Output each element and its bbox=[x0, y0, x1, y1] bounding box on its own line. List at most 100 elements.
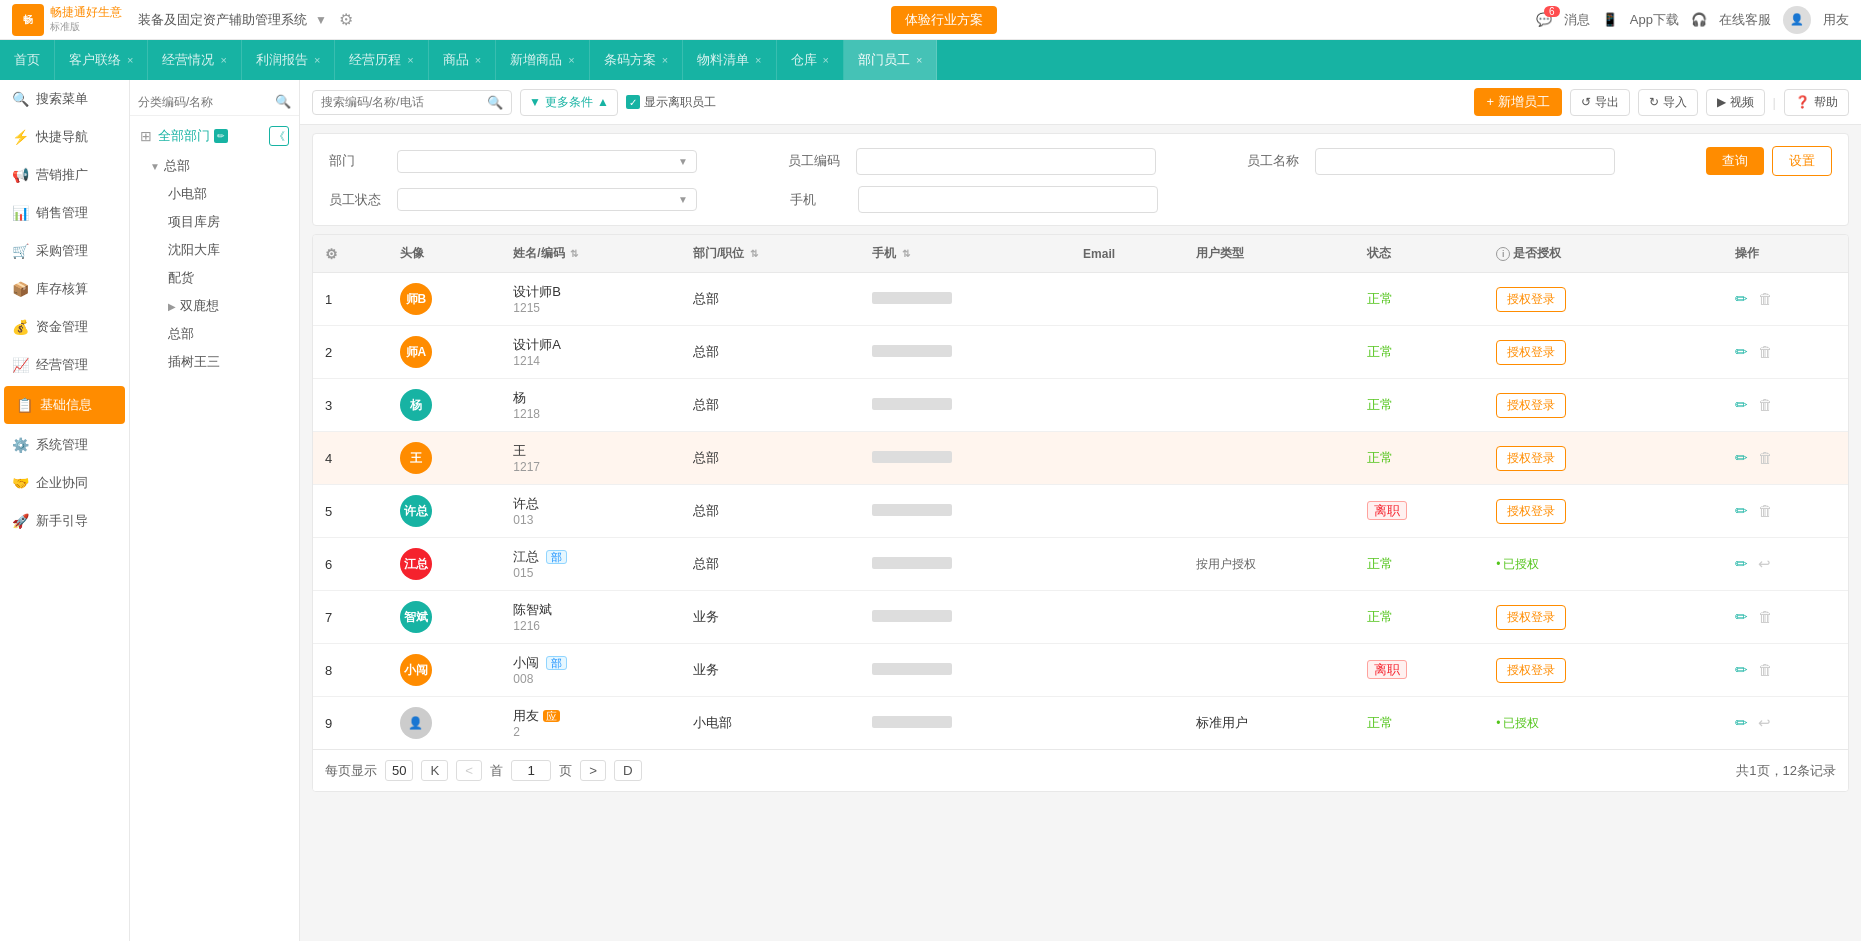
dept-collapse-icon[interactable]: 《 bbox=[269, 126, 289, 146]
edit-icon[interactable]: ✏ bbox=[1735, 343, 1748, 360]
delete-icon[interactable]: 🗑 bbox=[1758, 661, 1773, 678]
th-gear[interactable]: ⚙ bbox=[313, 235, 388, 273]
filter-dept-select[interactable]: ▼ bbox=[397, 150, 697, 173]
dept-item-peihuo[interactable]: 配货 bbox=[144, 264, 299, 292]
sidebar-item-business[interactable]: 📈 经营管理 bbox=[0, 346, 129, 384]
settings-button[interactable]: 设置 bbox=[1772, 146, 1832, 176]
close-icon[interactable]: × bbox=[475, 54, 481, 66]
tab-bom[interactable]: 物料清单 × bbox=[683, 40, 776, 80]
page-number-input[interactable] bbox=[511, 760, 551, 781]
dept-item-shenyang[interactable]: 沈阳大库 bbox=[144, 236, 299, 264]
edit-icon[interactable]: ✏ bbox=[1735, 290, 1748, 307]
th-phone[interactable]: 手机 ⇅ bbox=[860, 235, 1071, 273]
auth-login-button[interactable]: 授权登录 bbox=[1496, 393, 1566, 418]
help-button[interactable]: ❓ 帮助 bbox=[1784, 89, 1849, 116]
th-name-code[interactable]: 姓名/编码 ⇅ bbox=[501, 235, 681, 273]
auth-login-button[interactable]: 授权登录 bbox=[1496, 605, 1566, 630]
delete-icon[interactable]: 🗑 bbox=[1758, 449, 1773, 466]
edit-icon[interactable]: ✏ bbox=[1735, 396, 1748, 413]
dept-item-zongbu[interactable]: 总部 bbox=[144, 320, 299, 348]
filter-phone-input[interactable] bbox=[858, 186, 1158, 213]
close-icon[interactable]: × bbox=[127, 54, 133, 66]
delete-icon[interactable]: 🗑 bbox=[1758, 502, 1773, 519]
message-label[interactable]: 消息 bbox=[1564, 11, 1590, 29]
close-icon[interactable]: × bbox=[755, 54, 761, 66]
sidebar-item-inventory[interactable]: 📦 库存核算 bbox=[0, 270, 129, 308]
search-input[interactable] bbox=[321, 95, 483, 109]
sidebar-item-system[interactable]: ⚙️ 系统管理 bbox=[0, 426, 129, 464]
sidebar-item-shortcut[interactable]: ⚡ 快捷导航 bbox=[0, 118, 129, 156]
sidebar-item-search[interactable]: 🔍 搜索菜单 bbox=[0, 80, 129, 118]
gear-icon[interactable]: ⚙ bbox=[325, 246, 338, 262]
close-icon[interactable]: × bbox=[568, 54, 574, 66]
tab-goods[interactable]: 商品 × bbox=[429, 40, 496, 80]
page-last-button[interactable]: D bbox=[614, 760, 642, 781]
edit-icon[interactable]: ✏ bbox=[1735, 449, 1748, 466]
tab-customer[interactable]: 客户联络 × bbox=[55, 40, 148, 80]
delete-icon[interactable]: 🗑 bbox=[1758, 396, 1773, 413]
settings-icon[interactable]: ⚙ bbox=[339, 10, 353, 29]
filter-empcode-input[interactable] bbox=[856, 148, 1156, 175]
message-icon-area[interactable]: 💬 6 bbox=[1536, 12, 1552, 27]
close-icon[interactable]: × bbox=[662, 54, 668, 66]
tab-barcode[interactable]: 条码方案 × bbox=[590, 40, 683, 80]
close-icon[interactable]: × bbox=[823, 54, 829, 66]
delete-icon[interactable]: ↩ bbox=[1758, 555, 1771, 572]
tab-new-goods[interactable]: 新增商品 × bbox=[496, 40, 589, 80]
import-button[interactable]: ↻ 导入 bbox=[1638, 89, 1698, 116]
tab-home[interactable]: 首页 bbox=[0, 40, 55, 80]
tab-history[interactable]: 经营历程 × bbox=[335, 40, 428, 80]
dept-search-input[interactable] bbox=[138, 95, 275, 109]
sidebar-item-purchase[interactable]: 🛒 采购管理 bbox=[0, 232, 129, 270]
sidebar-item-sales[interactable]: 📊 销售管理 bbox=[0, 194, 129, 232]
th-dept-position[interactable]: 部门/职位 ⇅ bbox=[681, 235, 861, 273]
dept-item-shuangluxiang[interactable]: ▶ 双鹿想 bbox=[144, 292, 299, 320]
auth-login-button[interactable]: 授权登录 bbox=[1496, 287, 1566, 312]
auth-login-button[interactable]: 授权登录 bbox=[1496, 446, 1566, 471]
dept-tree-item-zongbu-parent[interactable]: ▼ 总部 bbox=[130, 152, 299, 180]
avatar[interactable]: 👤 bbox=[1783, 6, 1811, 34]
page-prev-button[interactable]: < bbox=[456, 760, 482, 781]
search-button[interactable]: 查询 bbox=[1706, 147, 1764, 175]
delete-icon[interactable]: 🗑 bbox=[1758, 290, 1773, 307]
dept-item-project[interactable]: 项目库房 bbox=[144, 208, 299, 236]
dept-item-chashuwang[interactable]: 插树王三 bbox=[144, 348, 299, 376]
edit-icon[interactable]: ✏ bbox=[1735, 608, 1748, 625]
edit-icon[interactable]: ✏ bbox=[1735, 502, 1748, 519]
sidebar-item-collab[interactable]: 🤝 企业协同 bbox=[0, 464, 129, 502]
edit-icon[interactable]: ✏ bbox=[1735, 555, 1748, 572]
sidebar-item-base-info[interactable]: 📋 基础信息 bbox=[4, 386, 125, 424]
close-icon[interactable]: × bbox=[916, 54, 922, 66]
dropdown-arrow-icon[interactable]: ▼ bbox=[315, 13, 327, 27]
app-download-label[interactable]: App下载 bbox=[1630, 11, 1679, 29]
delete-icon[interactable]: 🗑 bbox=[1758, 608, 1773, 625]
more-filter-button[interactable]: ▼ 更多条件 ▲ bbox=[520, 89, 618, 116]
sidebar-item-guide[interactable]: 🚀 新手引导 bbox=[0, 502, 129, 540]
sidebar-item-finance[interactable]: 💰 资金管理 bbox=[0, 308, 129, 346]
trial-button[interactable]: 体验行业方案 bbox=[891, 6, 997, 34]
auth-login-button[interactable]: 授权登录 bbox=[1496, 499, 1566, 524]
online-service-label[interactable]: 在线客服 bbox=[1719, 11, 1771, 29]
dept-all-header[interactable]: ⊞ 全部部门 ✏ 《 bbox=[130, 120, 299, 152]
dept-search-icon[interactable]: 🔍 bbox=[275, 94, 291, 109]
close-icon[interactable]: × bbox=[220, 54, 226, 66]
page-first-button[interactable]: K bbox=[421, 760, 448, 781]
delete-icon[interactable]: ↩ bbox=[1758, 714, 1771, 731]
info-icon[interactable]: i bbox=[1496, 247, 1510, 261]
search-icon[interactable]: 🔍 bbox=[487, 95, 503, 110]
page-next-button[interactable]: > bbox=[580, 760, 606, 781]
filter-empname-input[interactable] bbox=[1315, 148, 1615, 175]
export-button[interactable]: ↺ 导出 bbox=[1570, 89, 1630, 116]
dept-item-xiaodianbr[interactable]: 小电部 bbox=[144, 180, 299, 208]
view-button[interactable]: ▶ 视频 bbox=[1706, 89, 1765, 116]
close-icon[interactable]: × bbox=[314, 54, 320, 66]
per-page-value[interactable]: 50 bbox=[385, 760, 413, 781]
auth-login-button[interactable]: 授权登录 bbox=[1496, 658, 1566, 683]
dept-edit-icon[interactable]: ✏ bbox=[214, 129, 228, 143]
tab-operations[interactable]: 经营情况 × bbox=[148, 40, 241, 80]
add-employee-button[interactable]: + 新增员工 bbox=[1474, 88, 1561, 116]
auth-login-button[interactable]: 授权登录 bbox=[1496, 340, 1566, 365]
tab-profit[interactable]: 利润报告 × bbox=[242, 40, 335, 80]
show-resign-checkbox-area[interactable]: ✓ 显示离职员工 bbox=[626, 94, 716, 111]
sidebar-item-marketing[interactable]: 📢 营销推广 bbox=[0, 156, 129, 194]
